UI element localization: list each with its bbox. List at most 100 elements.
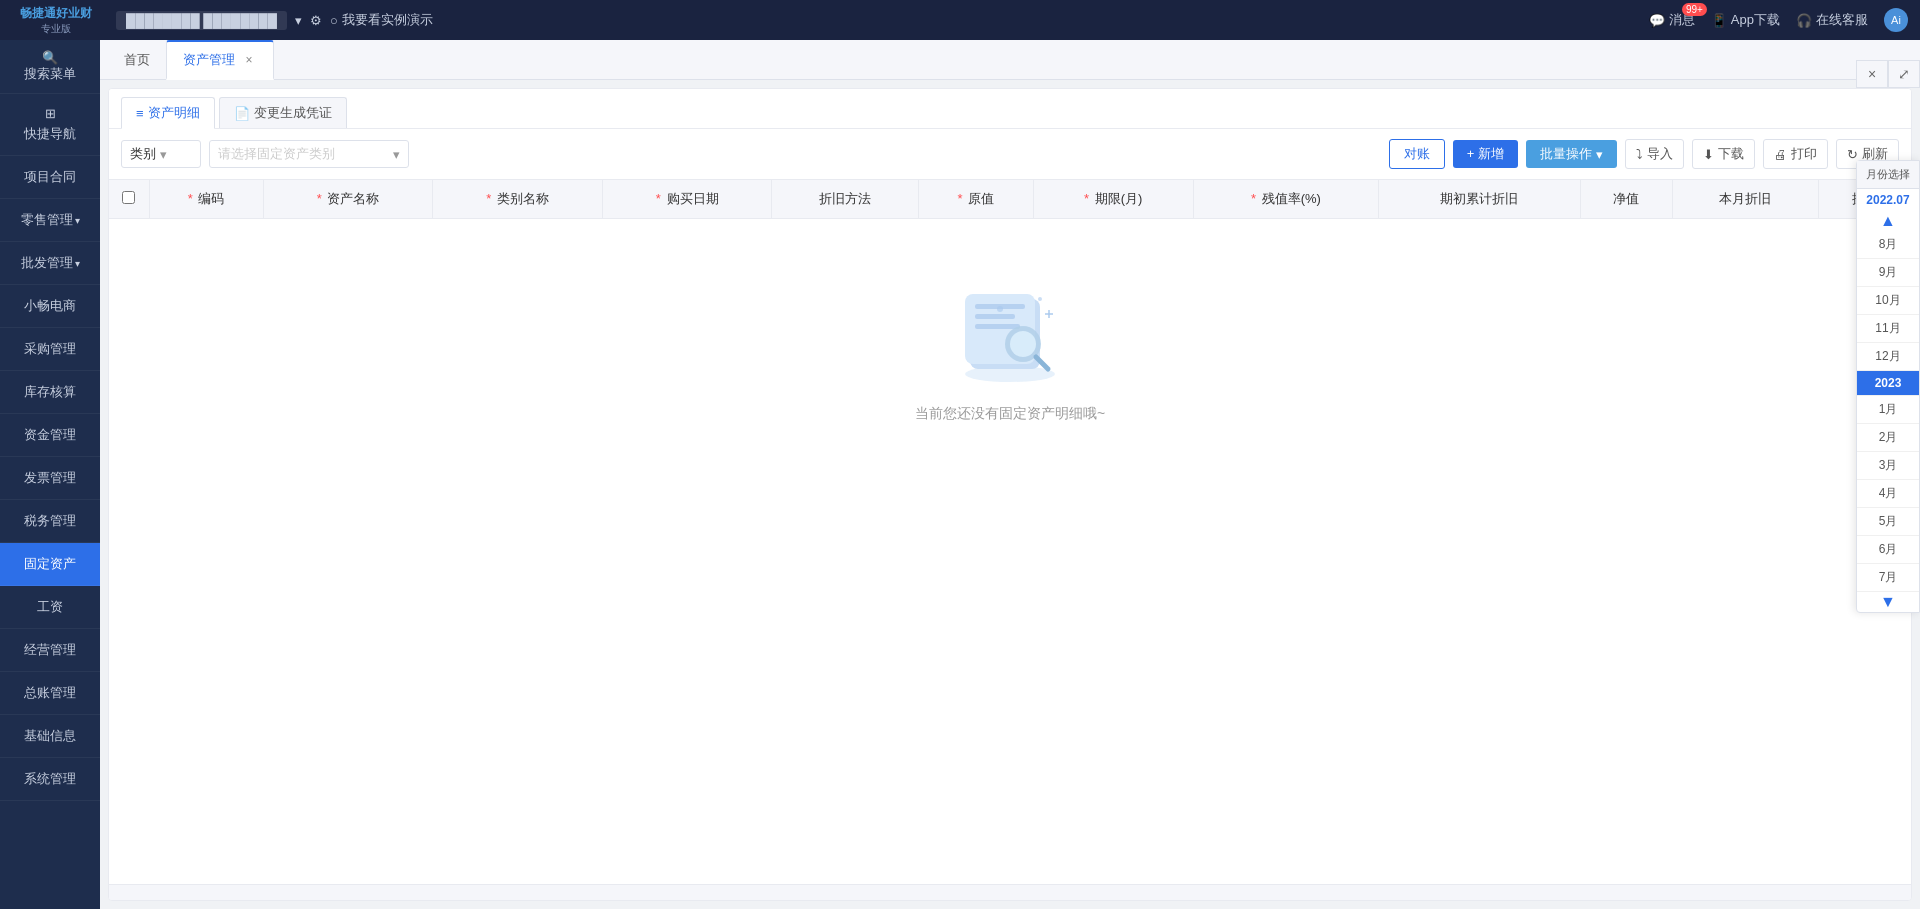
sidebar-item-inventory[interactable]: 库存核算: [0, 371, 100, 414]
reconcile-button[interactable]: 对账: [1389, 139, 1445, 169]
app-download-button[interactable]: 📱 App下载: [1711, 11, 1780, 29]
th-code: * 编码: [149, 180, 263, 219]
tab-asset-label: 资产管理: [183, 51, 235, 69]
month-5[interactable]: 5月: [1857, 508, 1919, 536]
message-button[interactable]: 💬 消息 99+: [1649, 11, 1695, 29]
th-purchase-date: * 购买日期: [602, 180, 772, 219]
tab-asset-mgmt[interactable]: 资产管理 ×: [166, 40, 274, 80]
toolbar-right: 对账 + 新增 批量操作 ▾ ⤵ 导入 ⬇ 下载 🖨: [1389, 139, 1899, 169]
search-icon: 🔍: [42, 50, 58, 65]
add-button[interactable]: + 新增: [1453, 140, 1518, 168]
month-1[interactable]: 1月: [1857, 396, 1919, 424]
sidebar-item-ecommerce[interactable]: 小畅电商: [0, 285, 100, 328]
svg-point-9: [997, 306, 1003, 312]
sidebar-item-operations[interactable]: 经营管理: [0, 629, 100, 672]
svg-point-10: [1038, 297, 1042, 301]
th-period-months: * 期限(月): [1033, 180, 1193, 219]
sidebar-item-tax[interactable]: 税务管理: [0, 500, 100, 543]
th-category-name: * 类别名称: [433, 180, 603, 219]
sidebar-item-basic-info[interactable]: 基础信息: [0, 715, 100, 758]
company-dropdown-arrow[interactable]: ▾: [295, 13, 302, 28]
sidebar-item-payroll[interactable]: 工资: [0, 586, 100, 629]
doc-icon: 📄: [234, 106, 250, 121]
month-11[interactable]: 11月: [1857, 315, 1919, 343]
top-header: 畅捷通好业财 专业版 ████████ ████████ ▾ ⚙ ○ 我要看实例…: [0, 0, 1920, 40]
sidebar-item-system[interactable]: 系统管理: [0, 758, 100, 801]
batch-arrow-icon: ▾: [1596, 147, 1603, 162]
company-selector[interactable]: ████████ ████████: [116, 11, 287, 30]
list-icon: ≡: [136, 106, 144, 121]
month-7[interactable]: 7月: [1857, 564, 1919, 592]
month-9[interactable]: 9月: [1857, 259, 1919, 287]
tab-bar: 首页 资产管理 ×: [100, 40, 1920, 80]
demo-link[interactable]: ○ 我要看实例演示: [330, 11, 433, 29]
code-required-star: *: [188, 191, 193, 206]
purchase-date-required-star: *: [656, 191, 661, 206]
batch-ops-button[interactable]: 批量操作 ▾: [1526, 140, 1617, 168]
content-area: 首页 资产管理 × × ⤢ ≡ 资产明细 📄 变更生成凭证: [100, 40, 1920, 909]
month-3[interactable]: 3月: [1857, 452, 1919, 480]
user-avatar[interactable]: Ai: [1884, 8, 1908, 32]
tab-close-button[interactable]: ×: [241, 52, 257, 68]
asset-table: * 编码 * 资产名称 * 类别名称: [109, 180, 1911, 219]
category-placeholder: 请选择固定资产类别: [218, 145, 389, 163]
table-header-row: * 编码 * 资产名称 * 类别名称: [109, 180, 1911, 219]
retail-arrow-icon: ▾: [75, 215, 80, 226]
sidebar-search[interactable]: 🔍 搜索菜单: [0, 40, 100, 94]
original-value-required-star: *: [958, 191, 963, 206]
month-6[interactable]: 6月: [1857, 536, 1919, 564]
month-panel-title: 月份选择: [1861, 167, 1915, 182]
search-label: 搜索菜单: [8, 65, 92, 83]
month-12[interactable]: 12月: [1857, 343, 1919, 371]
sidebar-item-retail[interactable]: 零售管理 ▾: [0, 199, 100, 242]
message-icon: 💬: [1649, 13, 1665, 28]
month-4[interactable]: 4月: [1857, 480, 1919, 508]
category-input[interactable]: 请选择固定资产类别 ▾: [209, 140, 409, 168]
sidebar-item-wholesale[interactable]: 批发管理 ▾: [0, 242, 100, 285]
close-panel-button[interactable]: ×: [1856, 60, 1888, 88]
bottom-scrollbar[interactable]: [109, 884, 1911, 900]
sidebar-item-purchase[interactable]: 采购管理: [0, 328, 100, 371]
select-all-checkbox[interactable]: [122, 191, 135, 204]
th-checkbox: [109, 180, 149, 219]
import-icon: ⤵: [1636, 147, 1643, 162]
app-title: 畅捷通好业财: [20, 5, 92, 22]
month-nav-down-button[interactable]: ▼: [1880, 592, 1896, 612]
wholesale-arrow-icon: ▾: [75, 258, 80, 269]
month-2[interactable]: 2月: [1857, 424, 1919, 452]
sub-tab-asset-detail[interactable]: ≡ 资产明细: [121, 97, 215, 129]
download-icon: ⬇: [1703, 147, 1714, 162]
inner-content: ≡ 资产明细 📄 变更生成凭证 类别 ▾ 请选择固定资产类别 ▾: [108, 88, 1912, 901]
svg-rect-4: [975, 314, 1015, 319]
svg-rect-5: [975, 324, 1020, 329]
month-8[interactable]: 8月: [1857, 231, 1919, 259]
maximize-panel-button[interactable]: ⤢: [1888, 60, 1920, 88]
month-panel-header: 月份选择: [1857, 161, 1919, 189]
main-layout: 🔍 搜索菜单 ⊞ 快捷导航 项目合同 零售管理 ▾ 批发管理 ▾ 小畅电商 采购…: [0, 40, 1920, 909]
asset-name-required-star: *: [317, 191, 322, 206]
category-filter-select[interactable]: 类别 ▾: [121, 140, 201, 168]
sub-tab-change-voucher[interactable]: 📄 变更生成凭证: [219, 97, 347, 128]
table-area: * 编码 * 资产名称 * 类别名称: [109, 180, 1911, 884]
online-service-button[interactable]: 🎧 在线客服: [1796, 11, 1868, 29]
print-icon: 🖨: [1774, 147, 1787, 162]
th-depreciation-method: 折旧方法: [772, 180, 919, 219]
import-button[interactable]: ⤵ 导入: [1625, 139, 1684, 169]
year-2023-badge[interactable]: 2023: [1857, 371, 1919, 396]
settings-icon[interactable]: ⚙: [310, 13, 322, 28]
month-10[interactable]: 10月: [1857, 287, 1919, 315]
sidebar-item-finance[interactable]: 资金管理: [0, 414, 100, 457]
sidebar-item-fixed-assets[interactable]: 固定资产: [0, 543, 100, 586]
month-nav-up-button[interactable]: ▲: [1880, 211, 1896, 231]
sidebar-item-invoice[interactable]: 发票管理: [0, 457, 100, 500]
app-subtitle: 专业版: [20, 22, 92, 36]
demo-icon: ○: [330, 13, 338, 28]
sidebar-item-ledger[interactable]: 总账管理: [0, 672, 100, 715]
sidebar: 🔍 搜索菜单 ⊞ 快捷导航 项目合同 零售管理 ▾ 批发管理 ▾ 小畅电商 采购…: [0, 40, 100, 909]
download-button[interactable]: ⬇ 下载: [1692, 139, 1755, 169]
tab-home[interactable]: 首页: [108, 40, 166, 80]
input-dropdown-arrow: ▾: [393, 147, 400, 162]
sidebar-item-quick-nav[interactable]: ⊞ 快捷导航: [0, 94, 100, 156]
print-button[interactable]: 🖨 打印: [1763, 139, 1828, 169]
sidebar-item-project[interactable]: 项目合同: [0, 156, 100, 199]
